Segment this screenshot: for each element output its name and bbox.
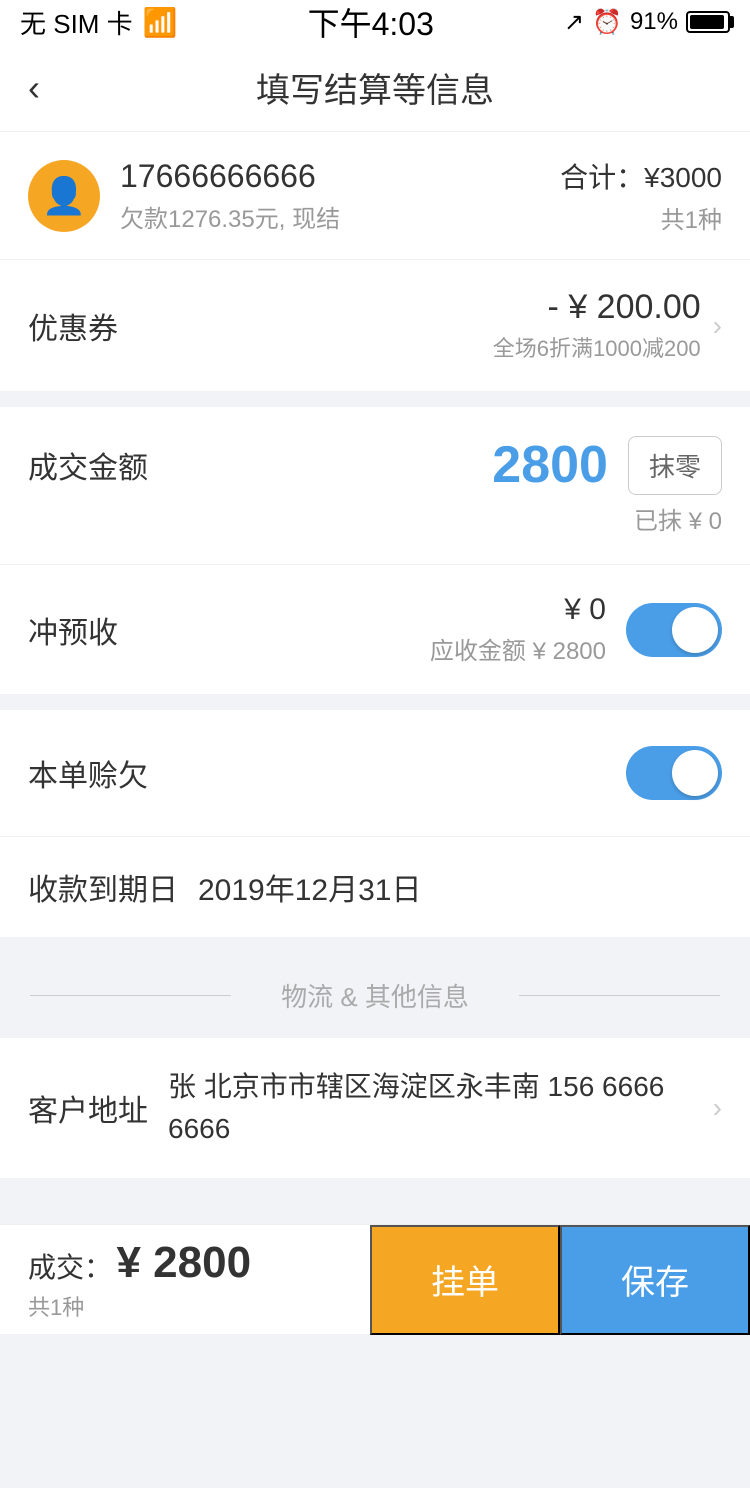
user-left: 👤 17666666666 欠款1276.35元, 现结 <box>28 158 340 234</box>
hold-button[interactable]: 挂单 <box>370 1225 560 1335</box>
user-info-card: 👤 17666666666 欠款1276.35元, 现结 合计：¥3000 共1… <box>0 132 750 391</box>
deal-amount: ¥ 2800 <box>116 1238 251 1287</box>
bottom-bar: 成交： ¥ 2800 共1种 挂单 保存 <box>0 1224 750 1334</box>
coupon-desc: 全场6折满1000减200 <box>493 331 701 363</box>
alarm-icon: ⏰ <box>592 8 622 37</box>
logistics-line-right <box>519 995 720 996</box>
coupon-discount: - ¥ 200.00 全场6折满1000减200 <box>493 288 701 363</box>
round-button[interactable]: 抹零 <box>628 436 722 495</box>
avatar: 👤 <box>28 160 100 232</box>
precharge-amount: ¥ 0 应收金额 ¥ 2800 <box>430 593 606 666</box>
user-total: 合计：¥3000 共1种 <box>560 156 722 235</box>
precharge-right: ¥ 0 应收金额 ¥ 2800 <box>430 593 722 666</box>
deal-label: 成交： <box>28 1252 112 1283</box>
due-date-row: 收款到期日 2019年12月31日 <box>0 836 750 937</box>
address-chevron-icon: › <box>713 1092 722 1124</box>
user-phone: 17666666666 <box>120 158 340 195</box>
bottom-spacer <box>0 1378 750 1488</box>
precharge-label: 冲预收 <box>28 608 118 652</box>
address-card: 客户地址 张 北京市市辖区海淀区永丰南 156 6666 6666 › <box>0 1038 750 1178</box>
amount-label: 成交金额 <box>28 443 148 487</box>
battery-percent: 91% <box>630 8 678 36</box>
section-divider-3 <box>0 937 750 953</box>
status-bar: 无 SIM 卡 📶 下午4:03 ↗ ⏰ 91% <box>0 0 750 44</box>
logistics-section: 物流 & 其他信息 <box>0 953 750 1038</box>
section-divider-2 <box>0 694 750 710</box>
precharge-value: ¥ 0 <box>430 593 606 627</box>
wifi-icon: 📶 <box>143 6 178 39</box>
coupon-right: - ¥ 200.00 全场6折满1000减200 › <box>493 288 722 363</box>
status-time: 下午4:03 <box>308 0 434 45</box>
carrier-text: 无 SIM 卡 <box>20 4 133 41</box>
amount-sub-text: 已抹 ¥ 0 <box>28 501 722 536</box>
battery-icon <box>686 11 730 33</box>
due-date-label: 收款到期日 <box>28 865 178 909</box>
due-date-value: 2019年12月31日 <box>198 865 421 909</box>
chevron-right-icon: › <box>713 310 722 342</box>
coupon-amount: - ¥ 200.00 <box>493 288 701 327</box>
user-sub-text: 欠款1276.35元, 现结 <box>120 199 340 234</box>
debt-card: 本单赊欠 收款到期日 2019年12月31日 <box>0 710 750 937</box>
address-value: 张 北京市市辖区海淀区永丰南 156 6666 6666 <box>168 1066 713 1150</box>
amount-right: 2800 抹零 <box>492 435 722 495</box>
logistics-line-left <box>30 995 231 996</box>
total-label: 合计：¥3000 <box>560 156 722 196</box>
precharge-sub: 应收金额 ¥ 2800 <box>430 631 606 666</box>
item-count: 共1种 <box>560 200 722 235</box>
debt-label: 本单赊欠 <box>28 751 148 795</box>
user-info-row: 👤 17666666666 欠款1276.35元, 现结 合计：¥3000 共1… <box>0 132 750 259</box>
address-row[interactable]: 客户地址 张 北京市市辖区海淀区永丰南 156 6666 6666 › <box>0 1038 750 1178</box>
section-divider-1 <box>0 391 750 407</box>
deal-count: 共1种 <box>28 1290 342 1322</box>
precharge-toggle[interactable] <box>626 603 722 657</box>
bottom-summary: 成交： ¥ 2800 共1种 <box>0 1238 370 1322</box>
status-right: ↗ ⏰ 91% <box>564 8 730 37</box>
address-label: 客户地址 <box>28 1086 148 1130</box>
nav-bar: ‹ 填写结算等信息 <box>0 44 750 132</box>
coupon-label: 优惠券 <box>28 304 118 348</box>
save-button[interactable]: 保存 <box>560 1225 750 1335</box>
user-info-text: 17666666666 欠款1276.35元, 现结 <box>120 158 340 234</box>
amount-value: 2800 <box>492 435 608 495</box>
page-title: 填写结算等信息 <box>256 63 494 112</box>
precharge-row: 冲预收 ¥ 0 应收金额 ¥ 2800 <box>0 564 750 694</box>
location-icon: ↗ <box>564 8 584 37</box>
status-left: 无 SIM 卡 📶 <box>20 4 178 41</box>
toggle-circle <box>672 607 718 653</box>
back-button[interactable]: ‹ <box>28 67 40 109</box>
coupon-row[interactable]: 优惠券 - ¥ 200.00 全场6折满1000减200 › <box>0 259 750 391</box>
debt-toggle[interactable] <box>626 746 722 800</box>
bottom-deal-row: 成交： ¥ 2800 <box>28 1238 342 1288</box>
logistics-title: 物流 & 其他信息 <box>281 977 469 1014</box>
amount-row: 成交金额 2800 抹零 <box>28 435 722 495</box>
debt-row: 本单赊欠 <box>0 710 750 836</box>
amount-card: 成交金额 2800 抹零 已抹 ¥ 0 冲预收 ¥ 0 应收金额 ¥ 2800 <box>0 407 750 694</box>
amount-section: 成交金额 2800 抹零 已抹 ¥ 0 <box>0 407 750 564</box>
debt-toggle-circle <box>672 750 718 796</box>
